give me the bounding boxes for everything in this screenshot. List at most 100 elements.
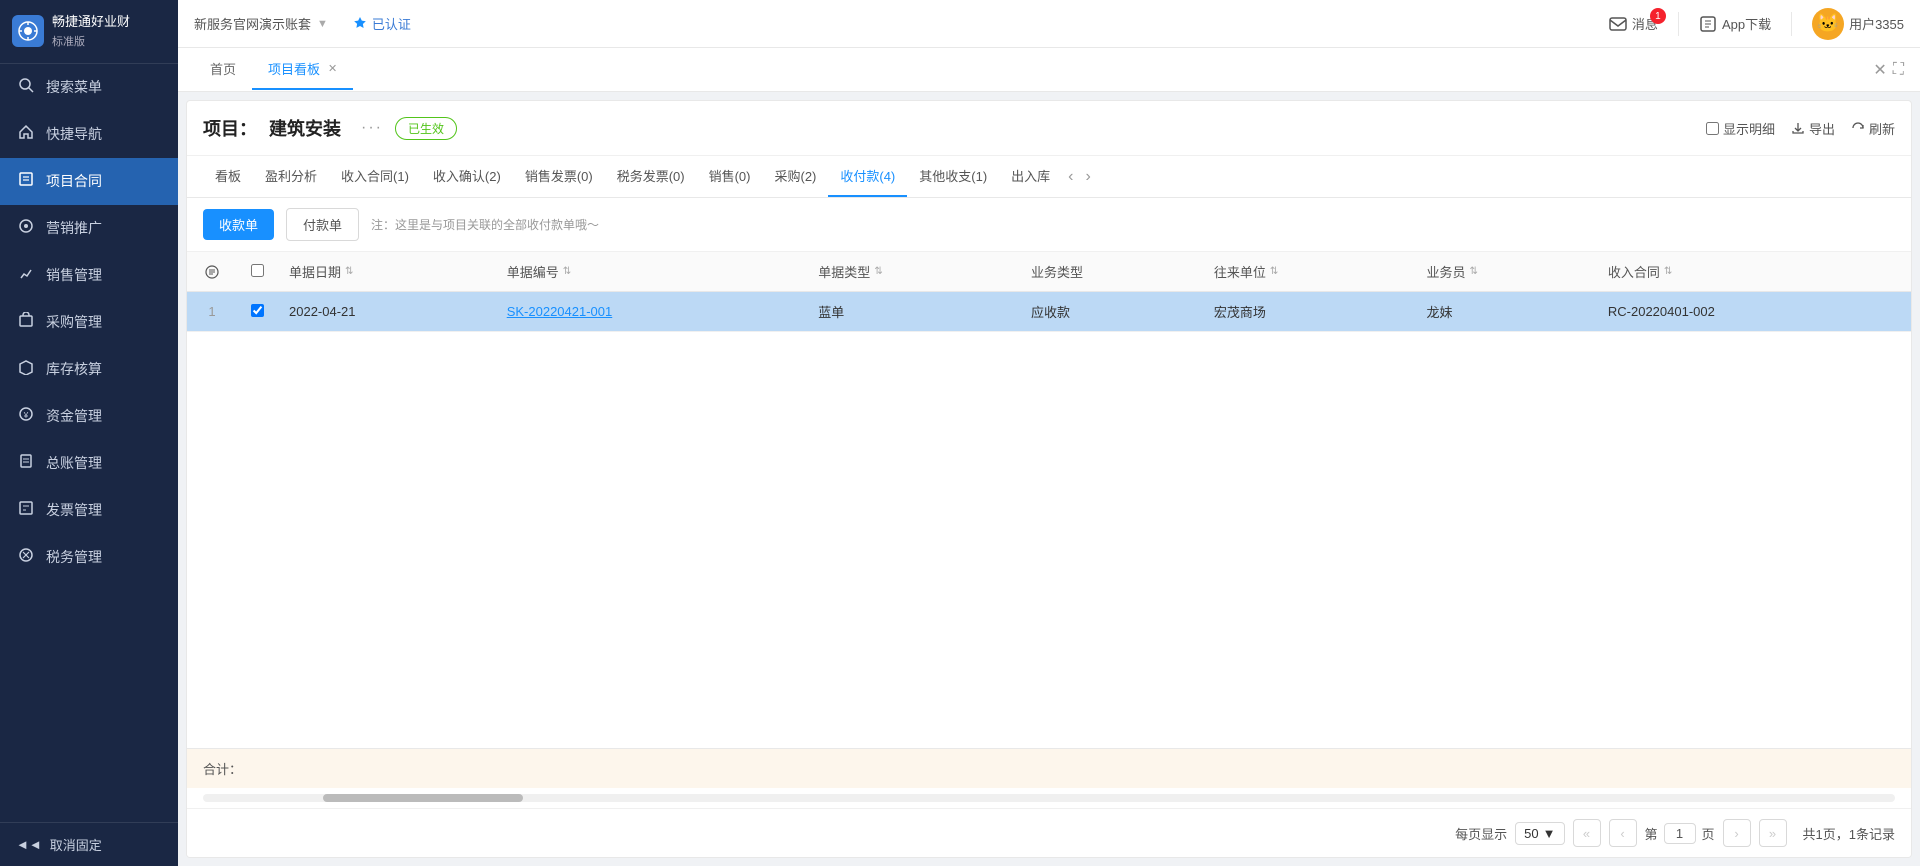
first-page-button[interactable]: « <box>1573 819 1601 847</box>
sidebar: 畅捷通好业财 标准版 搜索菜单 快捷导航 项目合同 营 <box>0 0 178 866</box>
more-button[interactable]: ··· <box>361 119 383 137</box>
subtab-other-expense[interactable]: 其他收支(1) <box>907 156 999 197</box>
total-info: 共1页，1条记录 <box>1803 824 1895 843</box>
col-type: 单据类型 ⇅ <box>806 252 1019 292</box>
sidebar-item-purchase[interactable]: 采购管理 <box>0 299 178 346</box>
pagination: 每页显示 50 ▼ « ‹ 第 1 页 › » 共1页，1条记录 <box>187 808 1911 857</box>
cell-type: 蓝单 <box>806 292 1019 332</box>
show-detail-checkbox[interactable]: 显示明细 <box>1706 119 1775 138</box>
project-prefix: 项目： <box>203 115 257 141</box>
subtab-sales-invoice[interactable]: 销售发票(0) <box>513 156 605 197</box>
sidebar-item-capital[interactable]: ¥ 资金管理 <box>0 393 178 440</box>
subtab-prev-arrow[interactable]: ‹ <box>1062 158 1079 196</box>
next-page-button[interactable]: › <box>1723 819 1751 847</box>
receipt-tab-button[interactable]: 收款单 <box>203 209 274 240</box>
sidebar-item-project-contract[interactable]: 项目合同 <box>0 158 178 205</box>
filter-bar: 收款单 付款单 注：这里是与项目关联的全部收付款单哦～ <box>187 198 1911 252</box>
prev-page-button[interactable]: ‹ <box>1609 819 1637 847</box>
export-button[interactable]: 导出 <box>1791 119 1835 138</box>
project-icon <box>16 171 36 192</box>
subtab-income-contract[interactable]: 收入合同(1) <box>329 156 421 197</box>
project-name: 建筑安装 <box>269 115 341 141</box>
messages-button[interactable]: 消息 1 <box>1609 14 1658 33</box>
sort-icon[interactable]: ⇅ <box>345 266 353 277</box>
subtab-receipt[interactable]: 收付款(4) <box>828 156 907 197</box>
col-income-contract: 收入合同 ⇅ <box>1596 252 1911 292</box>
app-download-button[interactable]: App下载 <box>1699 14 1771 33</box>
col-date: 单据日期 ⇅ <box>277 252 495 292</box>
subtab-next-arrow[interactable]: › <box>1080 158 1097 196</box>
app-logo <box>12 15 44 47</box>
sort-icon[interactable]: ⇅ <box>1270 266 1278 277</box>
marketing-icon <box>16 218 36 239</box>
sidebar-item-invoice[interactable]: 发票管理 <box>0 487 178 534</box>
inventory-icon <box>16 359 36 380</box>
sub-tab-bar: 看板 盈利分析 收入合同(1) 收入确认(2) 销售发票(0) 税务发票(0) … <box>187 156 1911 198</box>
app-edition: 标准版 <box>52 33 130 49</box>
page-info: 第 1 页 <box>1645 823 1715 844</box>
sort-icon[interactable]: ⇅ <box>563 266 571 277</box>
filter-note: 注：这里是与项目关联的全部收付款单哦～ <box>371 216 599 233</box>
chevron-down-icon: ▼ <box>317 18 328 30</box>
table-row[interactable]: 1 2022-04-21 SK-20220421-001 蓝单 应收款 宏茂商场… <box>187 292 1911 332</box>
subtab-warehouse[interactable]: 出入库 <box>999 156 1062 197</box>
payment-tab-button[interactable]: 付款单 <box>286 208 359 241</box>
cell-idx: 1 <box>187 292 237 332</box>
sidebar-header: 畅捷通好业财 标准版 <box>0 0 178 64</box>
sales-icon <box>16 265 36 286</box>
col-idx <box>187 252 237 292</box>
col-code: 单据编号 ⇅ <box>495 252 807 292</box>
tab-home[interactable]: 首页 <box>194 49 252 90</box>
row-checkbox[interactable] <box>251 304 264 317</box>
sort-icon[interactable]: ⇅ <box>1664 266 1672 277</box>
sidebar-item-ledger[interactable]: 总账管理 <box>0 440 178 487</box>
sidebar-item-inventory[interactable]: 库存核算 <box>0 346 178 393</box>
subtab-purchase[interactable]: 采购(2) <box>762 156 828 197</box>
subtab-kanban[interactable]: 看板 <box>203 156 253 197</box>
subtab-income-confirm[interactable]: 收入确认(2) <box>421 156 513 197</box>
sidebar-item-label: 发票管理 <box>46 500 102 520</box>
show-detail-input[interactable] <box>1706 122 1719 135</box>
tab-close-icon[interactable]: ✕ <box>328 62 337 75</box>
scrollbar-thumb[interactable] <box>323 794 523 802</box>
horizontal-scrollbar[interactable] <box>187 788 1911 808</box>
cell-income-contract: RC-20220401-002 <box>1596 292 1911 332</box>
current-page-box: 1 <box>1664 823 1696 844</box>
document-link[interactable]: SK-20220421-001 <box>507 304 613 319</box>
tab-project-board[interactable]: 项目看板 ✕ <box>252 49 353 90</box>
data-table-wrapper: 单据日期 ⇅ 单据编号 ⇅ 单据类型 <box>187 252 1911 748</box>
topbar: 新服务官网演示账套 ▼ 已认证 消息 1 App下载 🐱 用户3355 <box>178 0 1920 48</box>
tab-project-board-label: 项目看板 <box>268 59 320 78</box>
sidebar-item-marketing[interactable]: 营销推广 <box>0 205 178 252</box>
sidebar-item-tax[interactable]: 税务管理 <box>0 534 178 581</box>
last-page-button[interactable]: » <box>1759 819 1787 847</box>
maximize-button[interactable]: ⛶ <box>1893 61 1904 79</box>
sidebar-item-label: 总账管理 <box>46 453 102 473</box>
subtab-sales[interactable]: 销售(0) <box>697 156 763 197</box>
purchase-icon <box>16 312 36 333</box>
subtab-profit[interactable]: 盈利分析 <box>253 156 329 197</box>
per-page-label: 每页显示 <box>1455 824 1507 843</box>
per-page-select[interactable]: 50 ▼ <box>1515 822 1564 845</box>
app-download-label: App下载 <box>1722 14 1771 33</box>
sidebar-item-search[interactable]: 搜索菜单 <box>0 64 178 111</box>
select-all-checkbox[interactable] <box>251 264 264 277</box>
user-profile[interactable]: 🐱 用户3355 <box>1812 8 1904 40</box>
sort-icon[interactable]: ⇅ <box>1470 266 1478 277</box>
unpin-button[interactable]: ◄◄ 取消固定 <box>0 822 178 866</box>
sidebar-item-quick-nav[interactable]: 快捷导航 <box>0 111 178 158</box>
refresh-button[interactable]: 刷新 <box>1851 119 1895 138</box>
topbar-right: 消息 1 App下载 🐱 用户3355 <box>1609 8 1904 40</box>
scrollbar-track[interactable] <box>203 794 1895 802</box>
messages-badge: 1 <box>1650 8 1666 24</box>
app-title: 畅捷通好业财 <box>52 14 130 31</box>
data-table: 单据日期 ⇅ 单据编号 ⇅ 单据类型 <box>187 252 1911 332</box>
sidebar-item-label: 快捷导航 <box>46 124 102 144</box>
account-selector[interactable]: 新服务官网演示账套 ▼ <box>194 14 328 33</box>
subtab-tax-invoice[interactable]: 税务发票(0) <box>605 156 697 197</box>
sort-icon[interactable]: ⇅ <box>874 266 882 277</box>
col-biz-type: 业务类型 <box>1019 252 1202 292</box>
close-button[interactable]: ✕ <box>1873 60 1886 80</box>
summary-row: 合计： <box>187 748 1911 788</box>
sidebar-item-sales[interactable]: 销售管理 <box>0 252 178 299</box>
